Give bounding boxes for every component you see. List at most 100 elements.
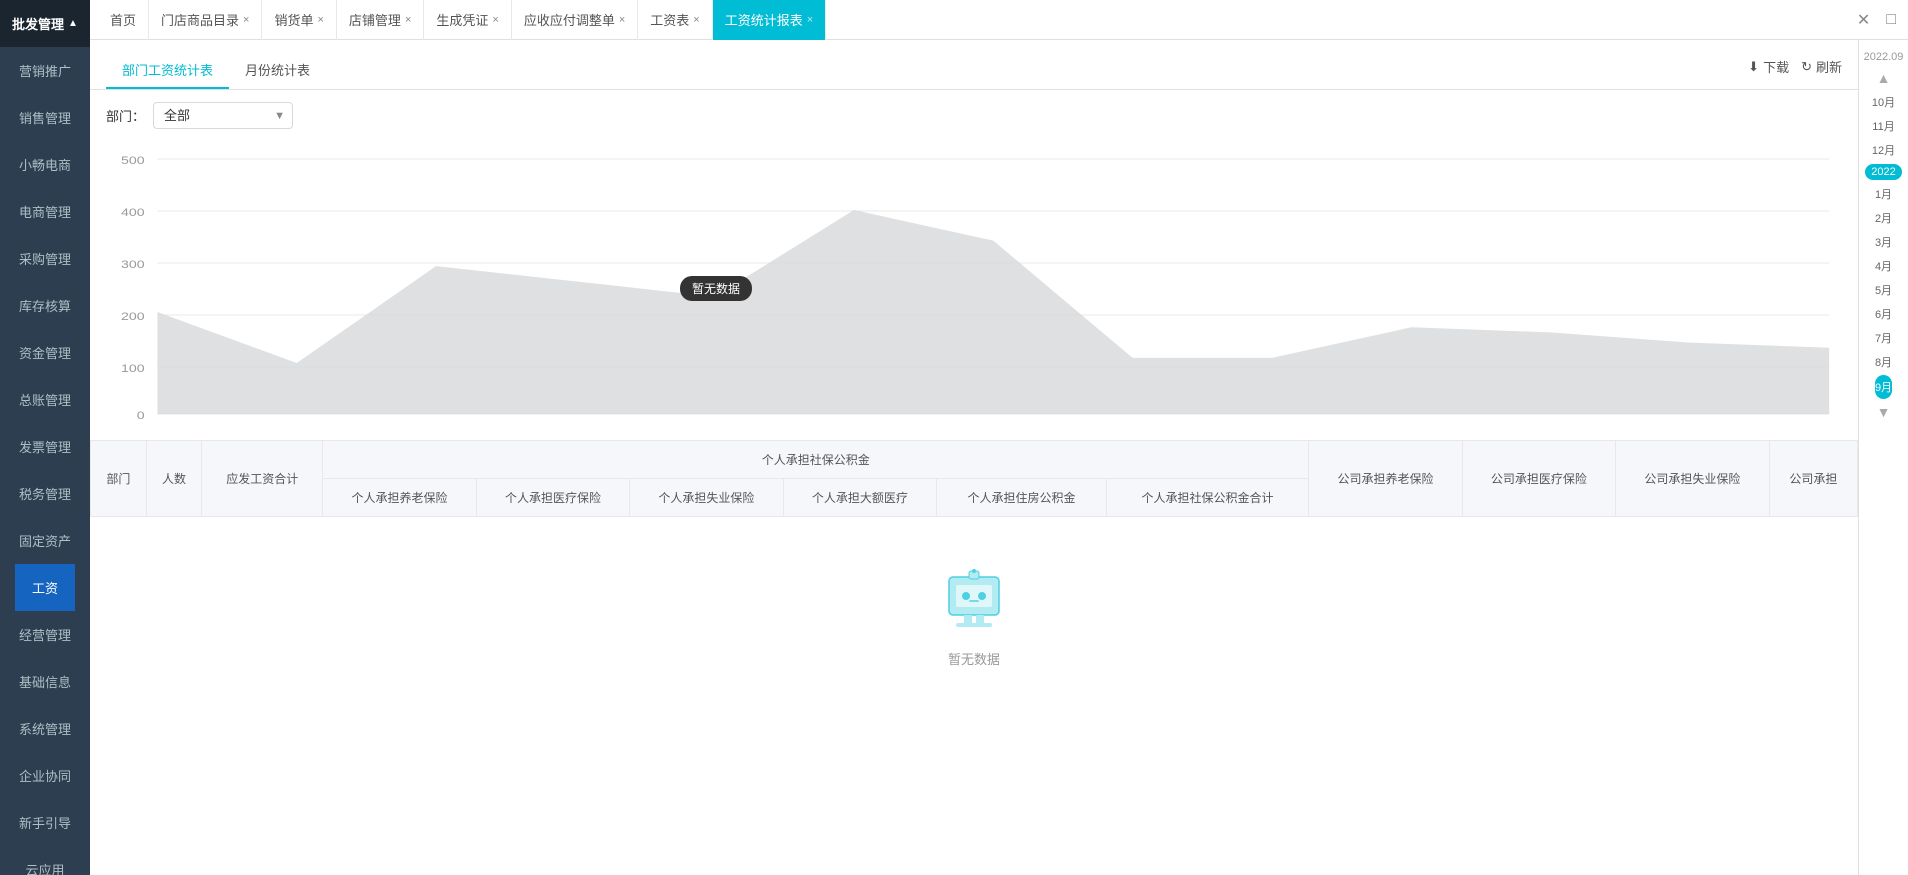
- timeline-down-nav[interactable]: ▼: [1873, 400, 1895, 424]
- content-area: 部门工资统计表月份统计表 ⬇ 下载 ↻ 刷新 部门： 全部销售部行政部财务部技术…: [90, 40, 1908, 875]
- dept-select-wrapper: 全部销售部行政部财务部技术部 ▼: [153, 102, 293, 129]
- sidebar-item-inventory[interactable]: 库存核算: [15, 282, 75, 329]
- tab-label-payroll-sheet: 工资表: [650, 10, 689, 29]
- main-area: 首页门店商品目录 ×销货单 ×店铺管理 ×生成凭证 ×应收应付调整单 ×工资表 …: [90, 0, 1908, 875]
- tab-close-payroll-sheet[interactable]: ×: [693, 14, 699, 26]
- col-personal-total: 个人承担社保公积金合计: [1106, 479, 1308, 517]
- close-all-button[interactable]: ✕: [1853, 6, 1874, 34]
- timeline-month-6月[interactable]: 6月: [1871, 302, 1896, 326]
- dept-select[interactable]: 全部销售部行政部财务部技术部: [153, 102, 293, 129]
- svg-text:100: 100: [121, 362, 145, 374]
- sub-tab-actions: ⬇ 下载 ↻ 刷新: [1748, 57, 1842, 84]
- timeline-month-12月[interactable]: 12月: [1872, 138, 1895, 162]
- table-wrapper[interactable]: 部门 人数 应发工资合计 个人承担社保公积金 公司承担养老保险 公司承担医疗保险…: [90, 440, 1858, 875]
- download-icon: ⬇: [1748, 59, 1759, 75]
- tab-home[interactable]: 首页: [98, 0, 149, 40]
- empty-state: 暂无数据: [90, 517, 1858, 708]
- timeline-year-badge[interactable]: 2022: [1865, 164, 1901, 180]
- sidebar-header[interactable]: 批发管理 ▲: [0, 0, 90, 47]
- tab-close-receivable[interactable]: ×: [619, 14, 625, 26]
- tab-production[interactable]: 生成凭证 ×: [424, 0, 511, 40]
- tab-close-payroll-stats[interactable]: ×: [807, 14, 813, 26]
- sub-tabs: 部门工资统计表月份统计表 ⬇ 下载 ↻ 刷新: [90, 40, 1858, 90]
- empty-text: 暂无数据: [948, 649, 1000, 668]
- refresh-icon: ↻: [1801, 59, 1812, 75]
- svg-text:400: 400: [121, 206, 145, 218]
- col-personal-medical: 个人承担医疗保险: [476, 479, 629, 517]
- sidebar: 批发管理 ▲ 营销推广销售管理小畅电商电商管理采购管理库存核算资金管理总账管理发…: [0, 0, 90, 875]
- svg-text:0: 0: [137, 409, 145, 421]
- tabs-bar-end: ✕ □: [1853, 6, 1900, 34]
- download-button[interactable]: ⬇ 下载: [1748, 57, 1789, 76]
- empty-icon: [934, 557, 1014, 637]
- col-personal-unemployment: 个人承担失业保险: [630, 479, 783, 517]
- sidebar-item-guide[interactable]: 新手引导: [15, 799, 75, 846]
- sidebar-item-ecommerce[interactable]: 电商管理: [15, 188, 75, 235]
- timeline-month-11月[interactable]: 11月: [1872, 114, 1895, 138]
- sub-tab-monthly[interactable]: 月份统计表: [229, 52, 326, 89]
- sidebar-item-purchase[interactable]: 采购管理: [15, 235, 75, 282]
- timeline-month-5月[interactable]: 5月: [1871, 278, 1896, 302]
- sidebar-item-tax[interactable]: 税务管理: [15, 470, 75, 517]
- sidebar-item-ecommerce-small[interactable]: 小畅电商: [15, 141, 75, 188]
- tab-close-store-catalog[interactable]: ×: [243, 14, 249, 26]
- svg-text:300: 300: [121, 258, 145, 270]
- tab-label-home: 首页: [110, 10, 136, 29]
- tab-payroll-sheet[interactable]: 工资表 ×: [638, 0, 712, 40]
- timeline-month-9月[interactable]: 9月: [1875, 375, 1892, 399]
- chart-tooltip: 暂无数据: [680, 276, 752, 301]
- refresh-label: 刷新: [1816, 57, 1842, 76]
- svg-text:500: 500: [121, 154, 145, 166]
- timeline-up-nav[interactable]: ▲: [1873, 66, 1895, 90]
- timeline-month-1月[interactable]: 1月: [1871, 182, 1896, 206]
- refresh-button[interactable]: ↻ 刷新: [1801, 57, 1842, 76]
- tab-sales-order[interactable]: 销货单 ×: [262, 0, 336, 40]
- tab-label-production: 生成凭证: [436, 10, 488, 29]
- sidebar-item-ledger[interactable]: 总账管理: [15, 376, 75, 423]
- tab-label-sales-order: 销货单: [274, 10, 313, 29]
- tab-store-catalog[interactable]: 门店商品目录 ×: [149, 0, 262, 40]
- dept-label: 部门：: [106, 106, 145, 125]
- area-chart: 500 400 300 200 100 0: [106, 149, 1842, 429]
- timeline-panel: 2022.09 ▲ 10月11月12月 2022 1月2月3月4月5月6月7月8…: [1858, 40, 1908, 875]
- timeline-month-8月[interactable]: 8月: [1871, 350, 1896, 374]
- tab-close-production[interactable]: ×: [492, 14, 498, 26]
- tab-close-store-mgmt[interactable]: ×: [405, 14, 411, 26]
- sidebar-item-sales[interactable]: 销售管理: [15, 94, 75, 141]
- timeline-month-3月[interactable]: 3月: [1871, 230, 1896, 254]
- timeline-month-2月[interactable]: 2月: [1871, 206, 1896, 230]
- tabs-bar: 首页门店商品目录 ×销货单 ×店铺管理 ×生成凭证 ×应收应付调整单 ×工资表 …: [90, 0, 1908, 40]
- sidebar-arrow-icon: ▲: [68, 18, 78, 29]
- tab-payroll-stats[interactable]: 工资统计报表 ×: [713, 0, 826, 40]
- col-group-personal: 个人承担社保公积金: [323, 441, 1309, 479]
- sub-tab-dept[interactable]: 部门工资统计表: [106, 52, 229, 89]
- col-dept: 部门: [91, 441, 147, 517]
- sidebar-item-operations[interactable]: 经营管理: [15, 611, 75, 658]
- timeline-month-7月[interactable]: 7月: [1871, 326, 1896, 350]
- sidebar-title: 批发管理: [12, 14, 64, 33]
- sidebar-item-enterprise[interactable]: 企业协同: [15, 752, 75, 799]
- tab-receivable[interactable]: 应收应付调整单 ×: [512, 0, 638, 40]
- col-company-pension: 公司承担养老保险: [1309, 441, 1462, 517]
- tab-store-mgmt[interactable]: 店铺管理 ×: [337, 0, 424, 40]
- sidebar-item-payroll[interactable]: 工资: [15, 564, 75, 611]
- col-company-unemployment: 公司承担失业保险: [1616, 441, 1769, 517]
- restore-button[interactable]: □: [1882, 7, 1900, 33]
- toolbar: 部门： 全部销售部行政部财务部技术部 ▼: [90, 90, 1858, 141]
- timeline-month-10月[interactable]: 10月: [1872, 90, 1895, 114]
- col-total: 应发工资合计: [202, 441, 323, 517]
- sidebar-item-assets[interactable]: 固定资产: [15, 517, 75, 564]
- sidebar-item-basic[interactable]: 基础信息: [15, 658, 75, 705]
- chart-area: 500 400 300 200 100 0: [90, 141, 1858, 440]
- col-company-other: 公司承担: [1769, 441, 1857, 517]
- svg-text:200: 200: [121, 310, 145, 322]
- page: 部门工资统计表月份统计表 ⬇ 下载 ↻ 刷新 部门： 全部销售部行政部财务部技术…: [90, 40, 1858, 875]
- timeline-month-4月[interactable]: 4月: [1871, 254, 1896, 278]
- col-personal-pension: 个人承担养老保险: [323, 479, 476, 517]
- tab-close-sales-order[interactable]: ×: [317, 14, 323, 26]
- sidebar-item-marketing[interactable]: 营销推广: [15, 47, 75, 94]
- sidebar-item-invoice[interactable]: 发票管理: [15, 423, 75, 470]
- sidebar-item-system[interactable]: 系统管理: [15, 705, 75, 752]
- sidebar-item-finance[interactable]: 资金管理: [15, 329, 75, 376]
- sidebar-item-cloud[interactable]: 云应用: [15, 846, 75, 875]
